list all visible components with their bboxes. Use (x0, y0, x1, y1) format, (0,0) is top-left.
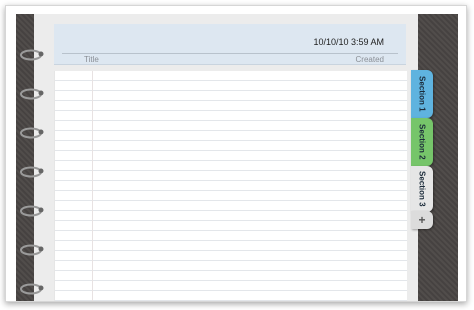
tab-section-1[interactable]: Section 1 (411, 70, 433, 118)
spiral-ring-icon (20, 166, 44, 178)
title-label[interactable]: Title (84, 55, 99, 64)
tab-label: Section 1 (417, 76, 427, 112)
spiral-ring-icon (20, 244, 44, 256)
note-body[interactable] (54, 71, 407, 301)
created-label: Created (355, 55, 384, 64)
spiral-ring-icon (20, 127, 44, 139)
tab-label: Section 3 (417, 171, 427, 207)
spiral-ring-icon (20, 88, 44, 100)
tab-section-2[interactable]: Section 2 (411, 118, 433, 166)
note-header: 10/10/10 3:59 AM Title Created (54, 24, 406, 65)
tab-label: Section 2 (417, 124, 427, 160)
spiral-ring-icon (20, 49, 44, 61)
notebook-frame: 10/10/10 3:59 AM Title Created Section 1… (5, 5, 467, 302)
add-section-button[interactable]: + (411, 211, 433, 229)
spiral-ring-icon (20, 205, 44, 217)
created-timestamp: 10/10/10 3:59 AM (313, 37, 384, 47)
margin-line (92, 71, 93, 301)
tab-section-3[interactable]: Section 3 (411, 166, 433, 212)
plus-icon: + (418, 213, 426, 227)
header-divider (62, 53, 398, 54)
spiral-ring-icon (20, 283, 44, 295)
